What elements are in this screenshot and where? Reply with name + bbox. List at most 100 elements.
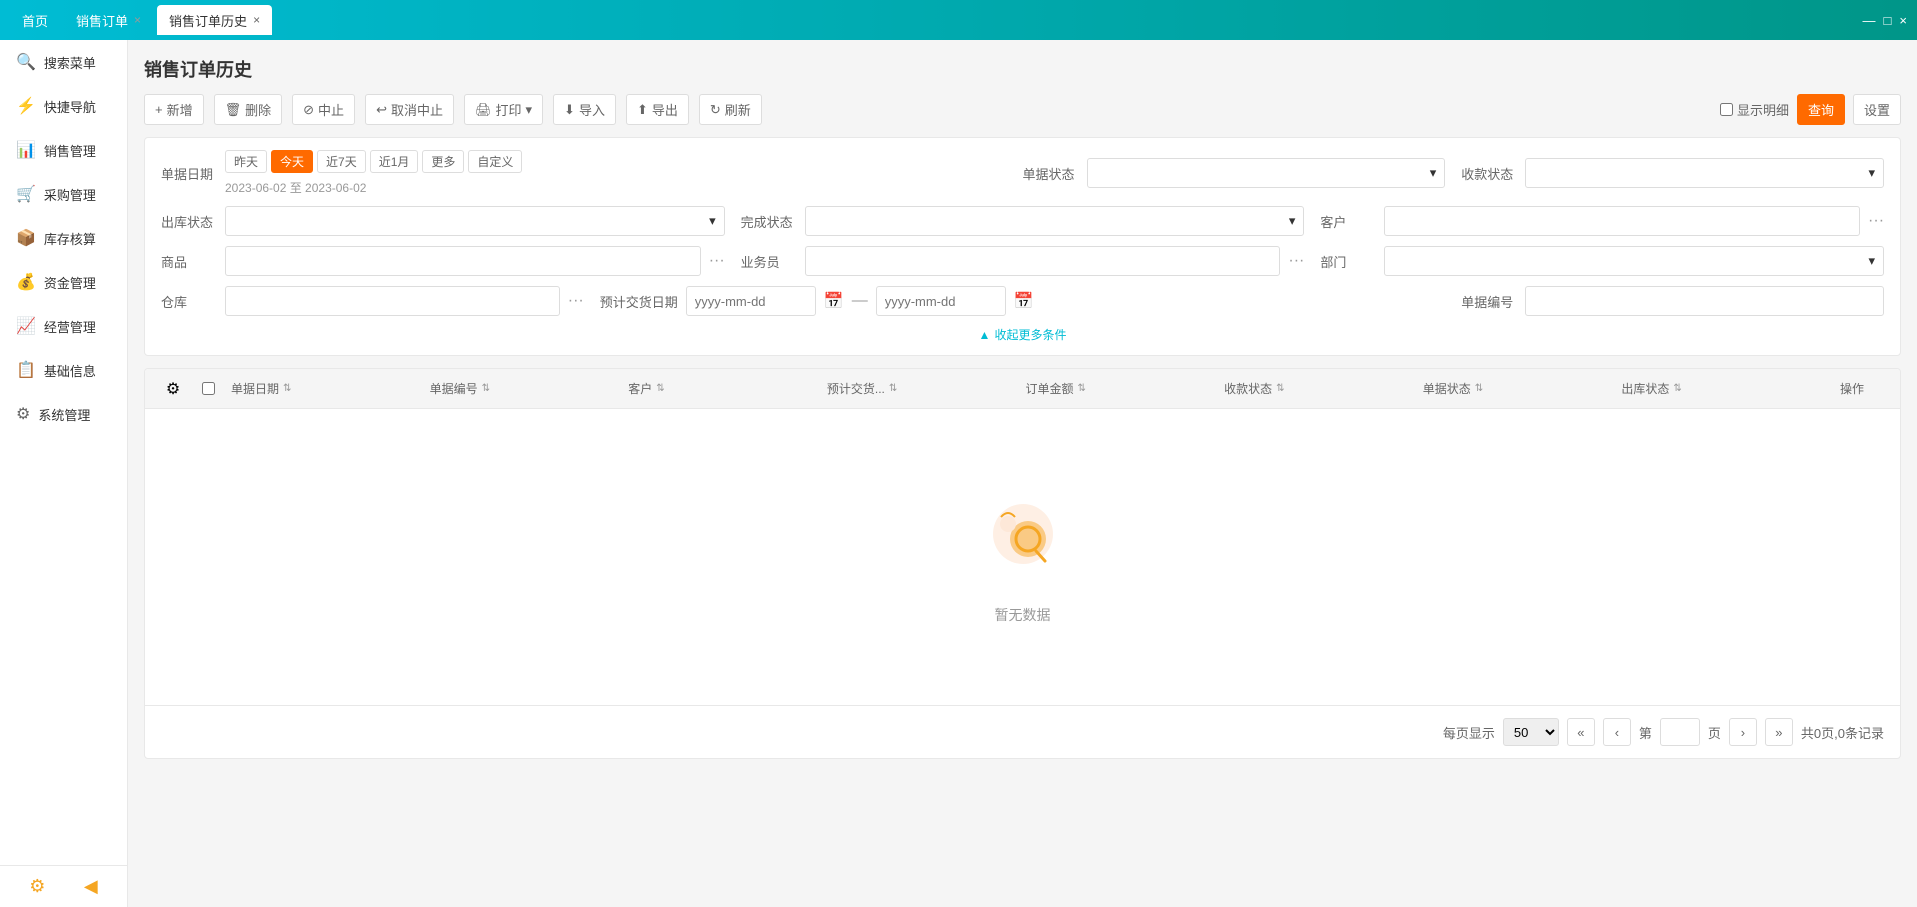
department-select[interactable]: ▾: [1384, 246, 1884, 276]
date-btn-4[interactable]: 更多: [422, 150, 464, 173]
prev-page-btn[interactable]: ‹: [1603, 718, 1631, 746]
th-1[interactable]: 单据编号⇅: [422, 380, 621, 397]
page-number-input[interactable]: 1: [1660, 718, 1700, 746]
date-btn-1[interactable]: 今天: [271, 150, 313, 173]
sidebar-item-4[interactable]: 📦库存核算: [0, 216, 127, 260]
tab-close-1[interactable]: ×: [134, 13, 141, 27]
th-2[interactable]: 客户⇅: [620, 380, 819, 397]
page-suffix: 页: [1708, 723, 1721, 742]
collapse-row[interactable]: ▲ 收起更多条件: [161, 326, 1884, 343]
sidebar-item-7[interactable]: 📋基础信息: [0, 348, 127, 392]
delivery-date-end[interactable]: [876, 286, 1006, 316]
th-6[interactable]: 单据状态⇅: [1415, 380, 1614, 397]
display-toggle-checkbox[interactable]: [1720, 103, 1733, 116]
customer-input[interactable]: [1384, 206, 1860, 236]
sidebar-item-0[interactable]: 🔍搜索菜单: [0, 40, 127, 84]
table-settings[interactable]: ⚙: [153, 379, 193, 399]
receipt-status-label: 收款状态: [1461, 164, 1517, 183]
sidebar-item-2[interactable]: 📊销售管理: [0, 128, 127, 172]
th-label-1: 单据编号: [430, 380, 478, 397]
product-more-icon[interactable]: ···: [709, 252, 725, 270]
toolbar-btn-7[interactable]: ↻刷新: [699, 94, 762, 125]
sidebar-item-5[interactable]: 💰资金管理: [0, 260, 127, 304]
tab-close-2[interactable]: ×: [253, 13, 260, 27]
setting-button[interactable]: 设置: [1853, 94, 1901, 125]
next-page-btn[interactable]: ›: [1729, 718, 1757, 746]
table-select-all[interactable]: [193, 382, 223, 395]
order-no-input[interactable]: [1525, 286, 1884, 316]
receipt-status-select[interactable]: ▾: [1525, 158, 1884, 188]
sidebar-label-1: 快捷导航: [44, 97, 96, 116]
th-label-0: 单据日期: [231, 380, 279, 397]
toolbar-btn-5[interactable]: ⬇导入: [553, 94, 616, 125]
complete-label: 完成状态: [741, 212, 797, 231]
th-label-6: 单据状态: [1423, 380, 1471, 397]
date-btn-5[interactable]: 自定义: [468, 150, 522, 173]
toolbar-btn-3[interactable]: ↩取消中止: [365, 94, 454, 125]
date-btn-3[interactable]: 近1月: [370, 150, 419, 173]
status-select[interactable]: ▾: [1087, 158, 1446, 188]
calendar-end-icon[interactable]: 📅: [1014, 291, 1034, 311]
sidebar-item-1[interactable]: ⚡快捷导航: [0, 84, 127, 128]
calendar-start-icon[interactable]: 📅: [824, 291, 844, 311]
display-toggle: 显示明细: [1720, 100, 1789, 119]
warehouse-more-icon[interactable]: ···: [568, 292, 584, 310]
date-buttons-row: 昨天今天近7天近1月更多自定义: [225, 150, 522, 173]
warehouse-input[interactable]: [225, 286, 560, 316]
th-3[interactable]: 预计交货...⇅: [819, 380, 1018, 397]
sidebar-item-8[interactable]: ⚙系统管理: [0, 392, 127, 436]
toolbar-btn-2[interactable]: ⊘中止: [292, 94, 355, 125]
first-page-btn[interactable]: «: [1567, 718, 1595, 746]
collapse-sidebar-icon[interactable]: ◀: [84, 876, 98, 897]
salesman-input[interactable]: [805, 246, 1281, 276]
filter-row-4: 仓库 ··· 预计交货日期 📅 — 📅 单据编号: [161, 286, 1884, 316]
sidebar-icon-3: 🛒: [16, 184, 36, 204]
select-all-checkbox[interactable]: [202, 382, 215, 395]
per-page-select[interactable]: 102050100: [1503, 718, 1559, 746]
toolbar-btn-6[interactable]: ⬆导出: [626, 94, 689, 125]
close-window-icon[interactable]: ×: [1899, 13, 1907, 28]
tab-2[interactable]: 销售订单历史×: [157, 5, 272, 35]
tab-0[interactable]: 首页: [10, 5, 60, 35]
order-no-label: 单据编号: [1461, 292, 1517, 311]
sidebar-label-8: 系统管理: [38, 405, 90, 424]
th-7[interactable]: 出库状态⇅: [1613, 380, 1812, 397]
product-input[interactable]: [225, 246, 701, 276]
sidebar-item-3[interactable]: 🛒采购管理: [0, 172, 127, 216]
toolbar-btn-icon-2: ⊘: [303, 102, 314, 118]
th-4[interactable]: 订单金额⇅: [1018, 380, 1217, 397]
sidebar-label-6: 经营管理: [44, 317, 96, 336]
outbound-select[interactable]: ▾: [225, 206, 725, 236]
th-label-2: 客户: [628, 380, 652, 397]
th-label-5: 收款状态: [1224, 380, 1272, 397]
total-info: 共0页,0条记录: [1801, 723, 1884, 742]
date-btn-0[interactable]: 昨天: [225, 150, 267, 173]
sidebar-item-6[interactable]: 📈经营管理: [0, 304, 127, 348]
settings-icon[interactable]: ⚙: [29, 876, 45, 897]
tab-1[interactable]: 销售订单×: [64, 5, 153, 35]
sidebar-bottom: ⚙ ◀: [0, 865, 127, 907]
toolbar-btn-4[interactable]: 🖨打印▾: [464, 94, 543, 125]
date-btn-2[interactable]: 近7天: [317, 150, 366, 173]
filter-row-3: 商品 ··· 业务员 ··· 部门 ▾: [161, 246, 1884, 276]
date-filter: 单据日期 昨天今天近7天近1月更多自定义 2023-06-02 至 2023-0…: [161, 150, 1007, 196]
salesman-more-icon[interactable]: ···: [1288, 252, 1304, 270]
last-page-btn[interactable]: »: [1765, 718, 1793, 746]
query-button[interactable]: 查询: [1797, 94, 1845, 125]
delivery-date-start[interactable]: [686, 286, 816, 316]
order-no-filter: 单据编号: [1461, 286, 1884, 316]
sort-icon-3: ⇅: [889, 383, 897, 394]
minimize-icon[interactable]: —: [1863, 13, 1876, 28]
page-title: 销售订单历史: [144, 56, 1901, 82]
delivery-date-filter: 预计交货日期 📅 — 📅: [600, 286, 1446, 316]
complete-select[interactable]: ▾: [805, 206, 1305, 236]
th-0[interactable]: 单据日期 ⇅: [223, 380, 422, 397]
toolbar-btn-1[interactable]: 🗑删除: [214, 94, 283, 125]
filter-panel: 单据日期 昨天今天近7天近1月更多自定义 2023-06-02 至 2023-0…: [144, 137, 1901, 356]
maximize-icon[interactable]: □: [1884, 13, 1892, 28]
toolbar-btn-0[interactable]: +新增: [144, 94, 204, 125]
th-5[interactable]: 收款状态⇅: [1216, 380, 1415, 397]
toolbar-btn-icon-5: ⬇: [564, 102, 575, 118]
customer-more-icon[interactable]: ···: [1868, 212, 1884, 230]
sort-icon-0: ⇅: [283, 383, 291, 394]
